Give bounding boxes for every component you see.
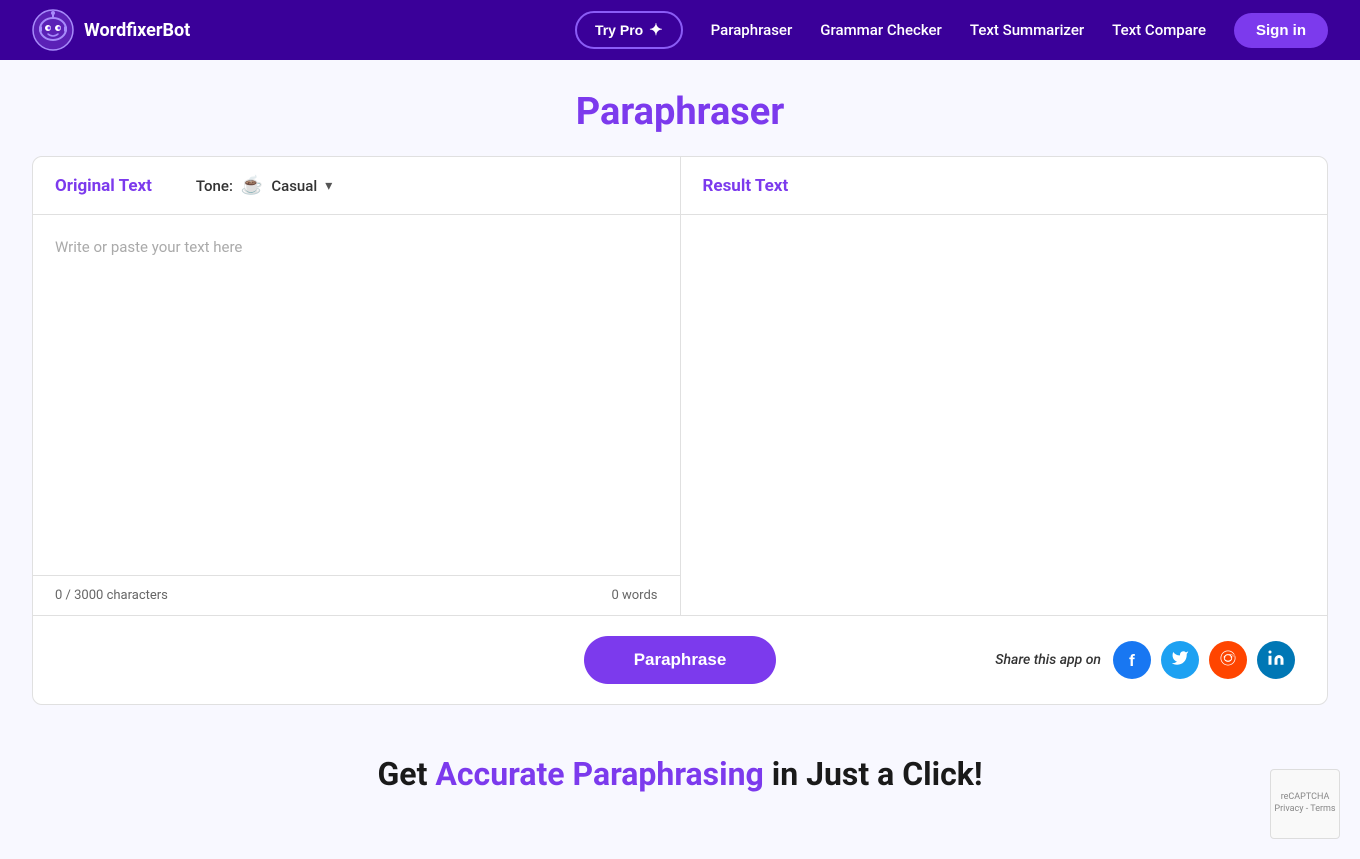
word-count: 0 words (611, 588, 657, 603)
tone-label: Tone: (196, 177, 233, 195)
nav-text-summarizer[interactable]: Text Summarizer (970, 21, 1084, 39)
bottom-title: Get Accurate Paraphrasing in Just a Clic… (32, 755, 1328, 793)
main-container: Original Text Tone: ☕ Casual ▾ Result Te… (32, 156, 1328, 705)
tone-dropdown-button[interactable]: ▾ (325, 177, 332, 194)
linkedin-share-button[interactable] (1257, 641, 1295, 679)
reddit-icon (1219, 649, 1237, 671)
page-title: Paraphraser (0, 90, 1360, 134)
original-text-input[interactable] (33, 215, 680, 575)
char-count: 0 / 3000 characters (55, 588, 168, 603)
navbar: WordfixerBot Try Pro ✦ Paraphraser Gramm… (0, 0, 1360, 60)
sign-in-button[interactable]: Sign in (1234, 13, 1328, 48)
brand: WordfixerBot (32, 9, 190, 51)
original-text-label: Original Text (55, 176, 152, 196)
linkedin-icon (1267, 649, 1285, 671)
result-text-label: Result Text (703, 176, 789, 196)
action-row: Paraphrase Share this app on f (33, 615, 1327, 704)
sparkle-icon: ✦ (649, 20, 662, 40)
nav-grammar-checker[interactable]: Grammar Checker (820, 21, 942, 39)
captcha-widget: reCAPTCHA Privacy - Terms (1270, 769, 1340, 839)
twitter-icon (1171, 649, 1189, 671)
nav-text-compare[interactable]: Text Compare (1112, 21, 1206, 39)
share-section: Share this app on f (995, 641, 1295, 679)
try-pro-button[interactable]: Try Pro ✦ (575, 11, 683, 49)
twitter-share-button[interactable] (1161, 641, 1199, 679)
bottom-section: Get Accurate Paraphrasing in Just a Clic… (0, 705, 1360, 823)
page-title-section: Paraphraser (0, 60, 1360, 156)
bottom-text-before: Get (377, 755, 435, 793)
facebook-icon: f (1129, 651, 1135, 670)
share-icons: f (1113, 641, 1295, 679)
nav-paraphraser[interactable]: Paraphraser (711, 21, 793, 39)
nav-links: Try Pro ✦ Paraphraser Grammar Checker Te… (575, 11, 1328, 49)
left-panel: 0 / 3000 characters 0 words (33, 215, 681, 615)
bottom-text-after: in Just a Click! (764, 755, 983, 793)
right-panel-header: Result Text (681, 157, 1328, 214)
tone-icon: ☕ (241, 175, 263, 196)
panels-content: 0 / 3000 characters 0 words (33, 215, 1327, 615)
captcha-inner: reCAPTCHA Privacy - Terms (1274, 792, 1335, 815)
share-label: Share this app on (995, 652, 1101, 668)
reddit-share-button[interactable] (1209, 641, 1247, 679)
brand-name: WordfixerBot (84, 20, 190, 41)
brand-logo (32, 9, 74, 51)
paraphrase-button[interactable]: Paraphrase (584, 636, 777, 684)
right-panel (681, 215, 1328, 615)
left-panel-header: Original Text Tone: ☕ Casual ▾ (33, 157, 681, 214)
tone-selector[interactable]: Tone: ☕ Casual ▾ (196, 175, 332, 196)
tone-value: Casual (271, 177, 317, 195)
try-pro-label: Try Pro (595, 22, 643, 38)
bottom-text-accent: Accurate Paraphrasing (435, 755, 763, 793)
panels-header: Original Text Tone: ☕ Casual ▾ Result Te… (33, 157, 1327, 215)
facebook-share-button[interactable]: f (1113, 641, 1151, 679)
left-panel-footer: 0 / 3000 characters 0 words (33, 575, 680, 615)
